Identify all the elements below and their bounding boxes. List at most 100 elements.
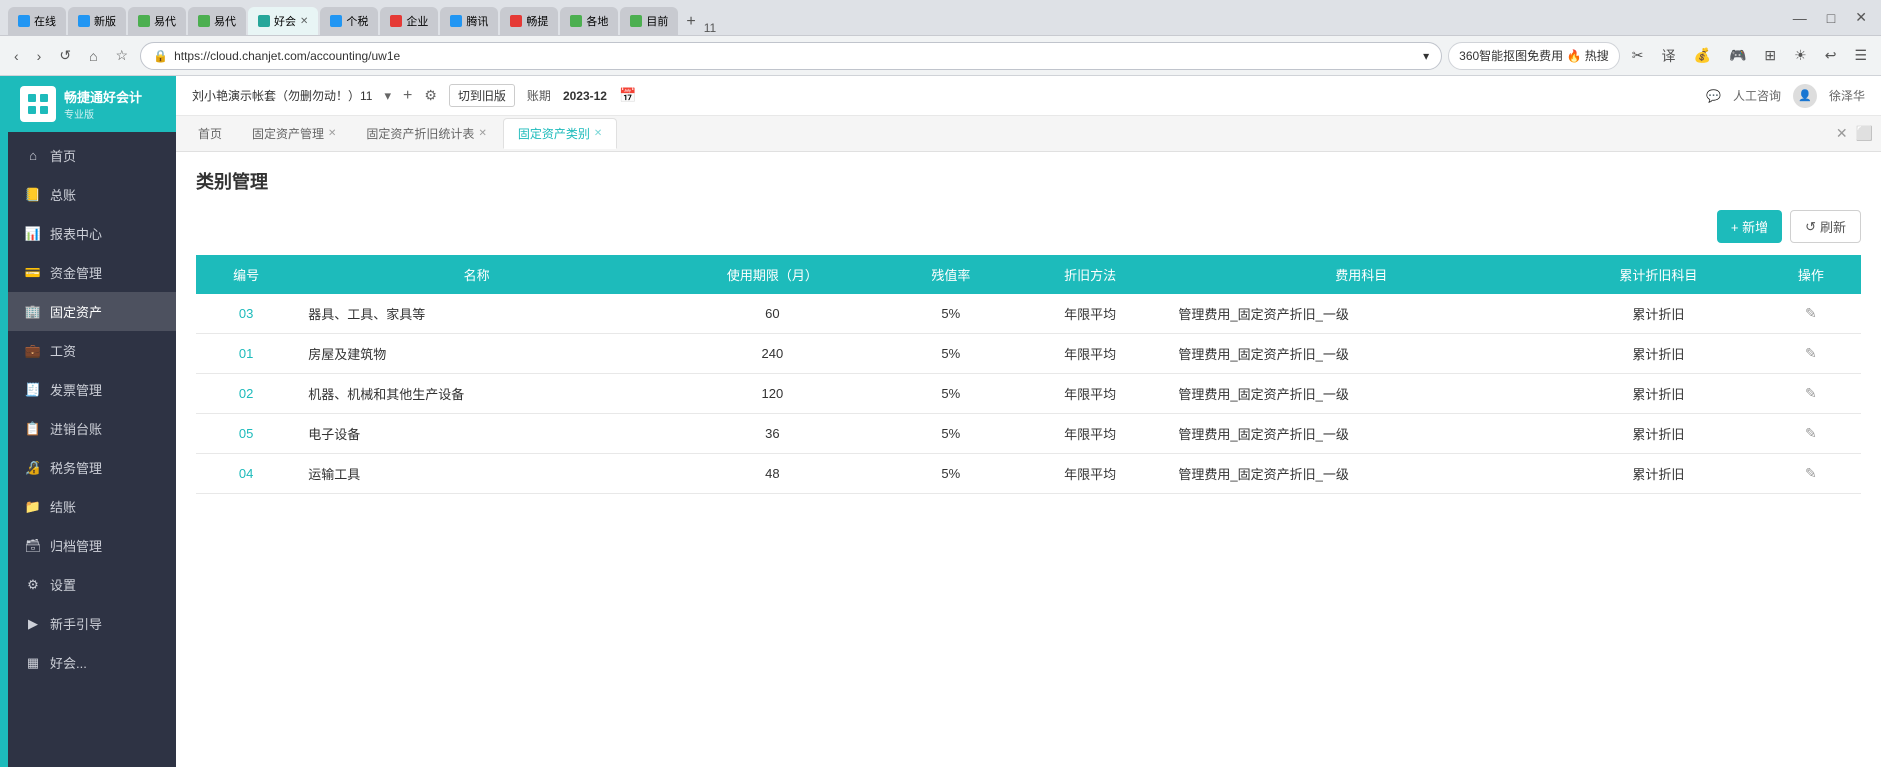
browser-tab-online[interactable]: 在线 — [8, 7, 66, 35]
cell-code[interactable]: 01 — [196, 334, 296, 374]
invoice-icon: 🧾 — [24, 381, 42, 399]
sidebar-item-archive[interactable]: 🗃 归档管理 — [8, 526, 176, 565]
cell-accumulated: 累计折旧 — [1556, 374, 1761, 414]
page-tab-bar: 首页 固定资产管理 ✕ 固定资产折旧统计表 ✕ 固定资产类别 ✕ ✕ ⬜ — [176, 116, 1881, 152]
cell-action: ✎ — [1761, 334, 1861, 374]
minimize-button[interactable]: — — [1787, 6, 1813, 30]
cell-action: ✎ — [1761, 414, 1861, 454]
translate-button[interactable]: 译 — [1656, 42, 1682, 70]
tab-close-asset-category[interactable]: ✕ — [594, 128, 602, 139]
new-tab-button[interactable]: + — [680, 9, 701, 35]
sidebar-item-app[interactable]: ▦ 好会... — [8, 643, 176, 682]
guide-icon: ▶ — [24, 615, 42, 633]
browser-tab-tax[interactable]: 个税 — [320, 7, 378, 35]
cell-code[interactable]: 05 — [196, 414, 296, 454]
settings-gear-icon[interactable]: ⚙ — [424, 87, 437, 104]
tab-close-window-button[interactable]: ✕ — [1836, 125, 1848, 142]
add-account-button[interactable]: + — [403, 87, 412, 105]
tab-close-depreciation-report[interactable]: ✕ — [478, 128, 486, 139]
add-button[interactable]: + 新增 — [1717, 210, 1782, 243]
calendar-icon[interactable]: 📅 — [619, 87, 636, 104]
browser-tab-gedi[interactable]: 各地 — [560, 7, 618, 35]
asset-icon: 🏢 — [24, 303, 42, 321]
address-bar[interactable]: 🔒 https://cloud.chanjet.com/accounting/u… — [140, 42, 1442, 70]
cell-code[interactable]: 03 — [196, 294, 296, 334]
sidebar-item-home[interactable]: ⌂ 首页 — [8, 136, 176, 175]
tab-close-haohui[interactable]: ✕ — [300, 16, 308, 27]
help-icon: 💬 — [1706, 89, 1721, 103]
sidebar-item-tax[interactable]: 🔏 税务管理 — [8, 448, 176, 487]
dropdown-icon: ▾ — [1423, 49, 1429, 63]
close-account-icon: 📁 — [24, 498, 42, 516]
archive-icon: 🗃 — [24, 537, 42, 555]
cell-expense: 管理费用_固定资产折旧_一级 — [1166, 334, 1556, 374]
sidebar-item-settings[interactable]: ⚙ 设置 — [8, 565, 176, 604]
sidebar-item-invoice[interactable]: 🧾 发票管理 — [8, 370, 176, 409]
cell-name: 电子设备 — [296, 414, 657, 454]
browser-tab-changte[interactable]: 畅提 — [500, 7, 558, 35]
tab-asset-category[interactable]: 固定资产类别 ✕ — [503, 118, 617, 149]
sidebar-item-salary[interactable]: 💼 工资 — [8, 331, 176, 370]
sidebar-item-ledger[interactable]: 📒 总账 — [8, 175, 176, 214]
browser-tab-easy2[interactable]: 易代 — [188, 7, 246, 35]
help-label[interactable]: 人工咨询 — [1733, 87, 1781, 104]
edit-button[interactable]: ✎ — [1805, 385, 1817, 402]
forward-button[interactable]: › — [31, 44, 48, 68]
reload-button[interactable]: ↺ — [53, 43, 77, 68]
maximize-button[interactable]: □ — [1821, 6, 1841, 30]
search-bar[interactable]: 360智能抠图免费用 🔥 热搜 — [1448, 42, 1620, 70]
trade-icon: 📋 — [24, 420, 42, 438]
menu-button[interactable]: ☰ — [1848, 43, 1873, 68]
sidebar-item-fund[interactable]: 💳 资金管理 — [8, 253, 176, 292]
browser-tab-enterprise[interactable]: 企业 — [380, 7, 438, 35]
browser-tab-new[interactable]: 新版 — [68, 7, 126, 35]
table-row: 05 电子设备 36 5% 年限平均 管理费用_固定资产折旧_一级 累计折旧 ✎ — [196, 414, 1861, 454]
sidebar-item-reports[interactable]: 📊 报表中心 — [8, 214, 176, 253]
edit-button[interactable]: ✎ — [1805, 425, 1817, 442]
back-button[interactable]: ‹ — [8, 44, 25, 68]
cell-code[interactable]: 02 — [196, 374, 296, 414]
tab-close-asset-management[interactable]: ✕ — [328, 128, 336, 139]
sidebar-item-assets[interactable]: 🏢 固定资产 — [8, 292, 176, 331]
edit-button[interactable]: ✎ — [1805, 465, 1817, 482]
username: 徐泽华 — [1829, 87, 1865, 104]
edit-button[interactable]: ✎ — [1805, 305, 1817, 322]
cell-accumulated: 累计折旧 — [1556, 294, 1761, 334]
tab-asset-management[interactable]: 固定资产管理 ✕ — [238, 119, 350, 148]
browser-tab-mumu[interactable]: 目前 — [620, 7, 678, 35]
close-window-button[interactable]: ✕ — [1849, 5, 1873, 30]
col-header-code: 编号 — [196, 255, 296, 294]
edit-button[interactable]: ✎ — [1805, 345, 1817, 362]
chart-icon: 📊 — [24, 225, 42, 243]
switch-version-button[interactable]: 切到旧版 — [449, 84, 515, 107]
tab-depreciation-report[interactable]: 固定资产折旧统计表 ✕ — [352, 119, 500, 148]
sidebar-item-trade[interactable]: 📋 进销台账 — [8, 409, 176, 448]
bookmark-button[interactable]: ☆ — [110, 43, 135, 68]
cell-method: 年限平均 — [1014, 334, 1166, 374]
browser-tab-haohui[interactable]: 好会 ✕ — [248, 7, 318, 35]
undo-button[interactable]: ↩ — [1819, 43, 1843, 68]
sidebar-item-close-account[interactable]: 📁 结账 — [8, 487, 176, 526]
refresh-button[interactable]: ↺ 刷新 — [1790, 210, 1861, 243]
grid-button[interactable]: ⊞ — [1758, 43, 1782, 68]
cell-period: 60 — [657, 294, 888, 334]
period-value: 2023-12 — [563, 89, 607, 103]
cell-accumulated: 累计折旧 — [1556, 454, 1761, 494]
home-button[interactable]: ⌂ — [83, 44, 103, 68]
cell-name: 机器、机械和其他生产设备 — [296, 374, 657, 414]
sun-button[interactable]: ☀ — [1788, 43, 1813, 68]
browser-tab-tencent[interactable]: 腾讯 — [440, 7, 498, 35]
tab-home[interactable]: 首页 — [184, 119, 236, 148]
wallet-button[interactable]: 💰 — [1688, 43, 1717, 68]
col-header-method: 折旧方法 — [1014, 255, 1166, 294]
tab-maximize-button[interactable]: ⬜ — [1856, 125, 1873, 142]
refresh-icon: ↺ — [1805, 219, 1816, 235]
scissors-button[interactable]: ✂ — [1626, 43, 1650, 68]
table-row: 04 运输工具 48 5% 年限平均 管理费用_固定资产折旧_一级 累计折旧 ✎ — [196, 454, 1861, 494]
cell-code[interactable]: 04 — [196, 454, 296, 494]
browser-tab-easy1[interactable]: 易代 — [128, 7, 186, 35]
sidebar-item-guide[interactable]: ▶ 新手引导 — [8, 604, 176, 643]
col-header-accumulated: 累计折旧科目 — [1556, 255, 1761, 294]
game-button[interactable]: 🎮 — [1723, 43, 1752, 68]
dropdown-arrow[interactable]: ▾ — [384, 88, 391, 104]
